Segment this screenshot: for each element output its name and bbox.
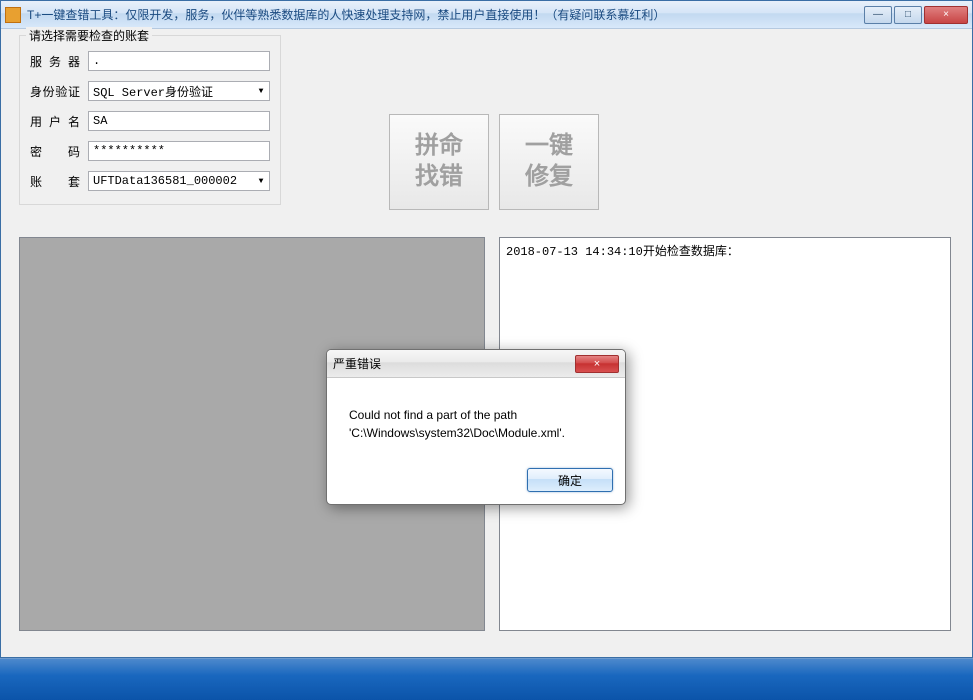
user-label: 用户名: [30, 113, 88, 130]
account-selection-group: 请选择需要检查的账套 服务器 身份验证 SQL Server身份验证 ▼ 用户名…: [19, 35, 281, 205]
auth-label: 身份验证: [30, 83, 88, 100]
close-button[interactable]: ×: [924, 6, 968, 24]
taskbar[interactable]: [0, 658, 973, 700]
dialog-close-button[interactable]: ×: [575, 355, 619, 373]
error-message-line1: Could not find a part of the path: [349, 406, 603, 424]
server-input[interactable]: [88, 51, 270, 71]
row-server: 服务器: [30, 50, 270, 72]
account-value: UFTData136581_000002: [93, 174, 237, 188]
password-label: 密 码: [30, 143, 88, 160]
ok-label: 确定: [558, 472, 582, 489]
error-message-line2: 'C:\Windows\system32\Doc\Module.xml'.: [349, 424, 603, 442]
user-input[interactable]: [88, 111, 270, 131]
one-click-fix-button[interactable]: 一键 修复: [499, 114, 599, 210]
password-input[interactable]: [88, 141, 270, 161]
dialog-title: 严重错误: [333, 355, 575, 372]
chevron-down-icon: ▼: [253, 172, 269, 190]
main-window: T+一键查错工具：仅限开发，服务，伙伴等熟悉数据库的人快速处理支持网，禁止用户直…: [0, 0, 973, 658]
group-legend: 请选择需要检查的账套: [26, 27, 152, 44]
app-icon: [5, 7, 21, 23]
find-errors-label: 拼命 找错: [415, 131, 463, 193]
row-user: 用户名: [30, 110, 270, 132]
dialog-body: Could not find a part of the path 'C:\Wi…: [327, 378, 625, 460]
window-title: T+一键查错工具：仅限开发，服务，伙伴等熟悉数据库的人快速处理支持网，禁止用户直…: [27, 6, 862, 23]
one-click-fix-label: 一键 修复: [525, 131, 573, 193]
server-label: 服务器: [30, 53, 88, 70]
dialog-titlebar[interactable]: 严重错误 ×: [327, 350, 625, 378]
titlebar[interactable]: T+一键查错工具：仅限开发，服务，伙伴等熟悉数据库的人快速处理支持网，禁止用户直…: [1, 1, 972, 29]
log-line: 2018-07-13 14:34:10开始检查数据库：: [506, 242, 944, 259]
account-label: 账 套: [30, 173, 88, 190]
window-controls: — □ ×: [862, 6, 968, 24]
client-area: 请选择需要检查的账套 服务器 身份验证 SQL Server身份验证 ▼ 用户名…: [1, 29, 972, 657]
close-icon: ×: [594, 358, 600, 370]
dialog-footer: 确定: [327, 460, 625, 504]
minimize-button[interactable]: —: [864, 6, 892, 24]
auth-select[interactable]: SQL Server身份验证 ▼: [88, 81, 270, 101]
maximize-button[interactable]: □: [894, 6, 922, 24]
row-auth: 身份验证 SQL Server身份验证 ▼: [30, 80, 270, 102]
account-select[interactable]: UFTData136581_000002 ▼: [88, 171, 270, 191]
row-account: 账 套 UFTData136581_000002 ▼: [30, 170, 270, 192]
error-dialog: 严重错误 × Could not find a part of the path…: [326, 349, 626, 505]
chevron-down-icon: ▼: [253, 82, 269, 100]
row-password: 密 码: [30, 140, 270, 162]
find-errors-button[interactable]: 拼命 找错: [389, 114, 489, 210]
auth-value: SQL Server身份验证: [93, 83, 213, 100]
ok-button[interactable]: 确定: [527, 468, 613, 492]
